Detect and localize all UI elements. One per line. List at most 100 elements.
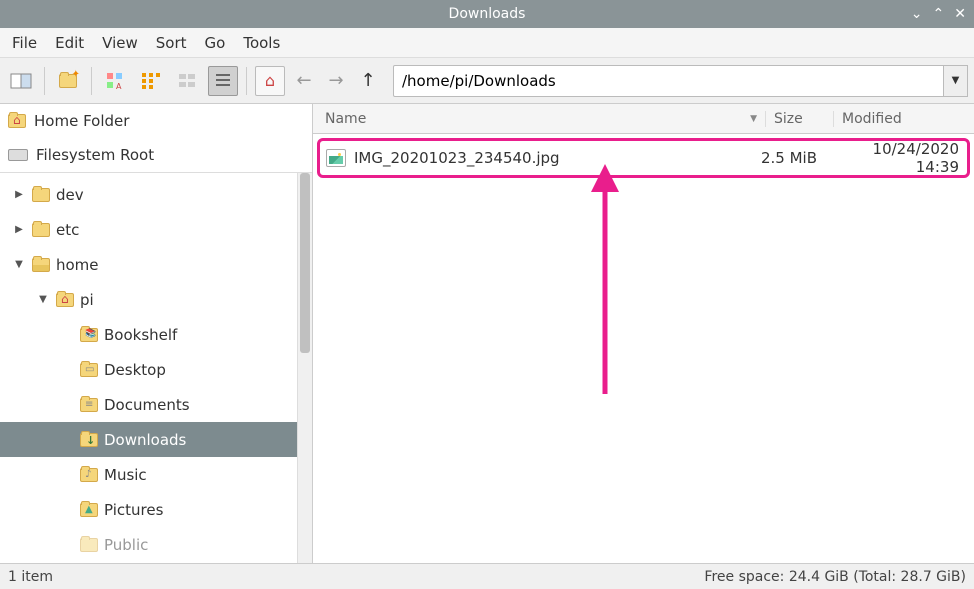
toolbar: ✦ A ⌂ ← → ↑ ▼ — [0, 58, 974, 104]
tree-item-etc[interactable]: ▶ etc — [0, 212, 297, 247]
view-list-icon — [213, 71, 233, 91]
place-label: Home Folder — [34, 112, 129, 130]
path-history-button[interactable]: ▼ — [944, 65, 968, 97]
tree-label: Downloads — [104, 431, 186, 449]
tree-label: Music — [104, 466, 147, 484]
tree-item-dev[interactable]: ▶ dev — [0, 177, 297, 212]
chevron-down-icon: ▼ — [952, 75, 960, 86]
places-panel: Home Folder Filesystem Root — [0, 104, 312, 173]
expander-icon[interactable]: ▶ — [12, 224, 26, 235]
sort-indicator-icon: ▼ — [750, 114, 757, 124]
new-folder-button[interactable]: ✦ — [53, 66, 83, 96]
view-compact-icon — [141, 71, 161, 91]
tree-item-pictures[interactable]: Pictures — [0, 492, 297, 527]
place-home-folder[interactable]: Home Folder — [0, 104, 312, 138]
tree-item-desktop[interactable]: Desktop — [0, 352, 297, 387]
minimize-icon[interactable]: ⌄ — [911, 6, 923, 22]
folder-music-icon — [80, 468, 98, 482]
tree-label: Public — [104, 536, 148, 554]
svg-text:A: A — [116, 82, 122, 91]
window-titlebar: Downloads ⌄ ⌃ ✕ — [0, 0, 974, 28]
status-item-count: 1 item — [8, 569, 53, 585]
menubar: File Edit View Sort Go Tools — [0, 28, 974, 58]
view-compact-button[interactable] — [136, 66, 166, 96]
nav-up-button[interactable]: ↑ — [355, 70, 381, 91]
maximize-icon[interactable]: ⌃ — [933, 6, 945, 22]
tree-item-pi[interactable]: ▼ pi — [0, 282, 297, 317]
new-tab-button[interactable] — [6, 66, 36, 96]
close-icon[interactable]: ✕ — [954, 6, 966, 22]
nav-back-button[interactable]: ← — [291, 70, 317, 91]
path-bar: ▼ — [393, 65, 968, 97]
tree-item-bookshelf[interactable]: Bookshelf — [0, 317, 297, 352]
drive-icon — [8, 149, 28, 161]
tree-label: pi — [80, 291, 94, 309]
column-size[interactable]: Size — [766, 111, 834, 127]
column-headers: Name ▼ Size Modified — [313, 104, 974, 134]
status-bar: 1 item Free space: 24.4 GiB (Total: 28.7… — [0, 563, 974, 589]
expander-icon[interactable]: ▼ — [12, 259, 26, 270]
tree-label: dev — [56, 186, 84, 204]
expander-icon[interactable]: ▼ — [36, 294, 50, 305]
new-folder-icon: ✦ — [59, 74, 77, 88]
folder-home-icon — [8, 114, 26, 128]
window-title: Downloads — [449, 6, 526, 22]
tree-item-music[interactable]: Music — [0, 457, 297, 492]
directory-tree: ▶ dev ▶ etc ▼ home ▼ pi — [0, 173, 297, 563]
path-input[interactable] — [393, 65, 944, 97]
menu-edit[interactable]: Edit — [47, 30, 92, 56]
view-icons-icon: A — [105, 71, 125, 91]
expander-icon[interactable]: ▶ — [12, 189, 26, 200]
column-label: Name — [325, 111, 366, 127]
folder-icon — [80, 538, 98, 552]
image-file-icon — [326, 149, 346, 167]
menu-sort[interactable]: Sort — [148, 30, 195, 56]
view-thumbnail-icon — [177, 71, 197, 91]
place-label: Filesystem Root — [36, 146, 154, 164]
tree-item-home[interactable]: ▼ home — [0, 247, 297, 282]
file-name: IMG_20201023_234540.jpg — [354, 149, 560, 167]
folder-documents-icon — [80, 398, 98, 412]
new-tab-icon — [10, 71, 32, 91]
view-list-button[interactable] — [208, 66, 238, 96]
folder-bookshelf-icon — [80, 328, 98, 342]
folder-desktop-icon — [80, 363, 98, 377]
annotation-highlight: IMG_20201023_234540.jpg 2.5 MiB 10/24/20… — [317, 138, 970, 178]
folder-downloads-icon — [80, 433, 98, 447]
tree-scrollbar[interactable] — [297, 173, 312, 563]
menu-view[interactable]: View — [94, 30, 146, 56]
tree-item-documents[interactable]: Documents — [0, 387, 297, 422]
nav-forward-button[interactable]: → — [323, 70, 349, 91]
tree-label: Bookshelf — [104, 326, 177, 344]
place-filesystem-root[interactable]: Filesystem Root — [0, 138, 312, 172]
file-list[interactable]: IMG_20201023_234540.jpg 2.5 MiB 10/24/20… — [313, 134, 974, 563]
file-row[interactable]: IMG_20201023_234540.jpg 2.5 MiB 10/24/20… — [322, 143, 965, 173]
column-label: Modified — [842, 111, 902, 127]
tree-label: Documents — [104, 396, 190, 414]
tree-label: etc — [56, 221, 79, 239]
folder-home-icon — [56, 293, 74, 307]
tree-item-public[interactable]: Public — [0, 527, 297, 562]
folder-icon — [32, 223, 50, 237]
menu-go[interactable]: Go — [197, 30, 234, 56]
sidebar: Home Folder Filesystem Root ▶ dev ▶ etc — [0, 104, 313, 563]
menu-tools[interactable]: Tools — [235, 30, 288, 56]
tree-item-downloads[interactable]: Downloads — [0, 422, 297, 457]
tree-label: Desktop — [104, 361, 166, 379]
folder-pictures-icon — [80, 503, 98, 517]
column-name[interactable]: Name ▼ — [313, 111, 766, 127]
scrollbar-thumb[interactable] — [300, 173, 310, 353]
column-modified[interactable]: Modified — [834, 111, 974, 127]
tree-label: Pictures — [104, 501, 163, 519]
menu-file[interactable]: File — [4, 30, 45, 56]
view-icons-button[interactable]: A — [100, 66, 130, 96]
view-thumbnail-button[interactable] — [172, 66, 202, 96]
column-label: Size — [774, 111, 803, 127]
file-size: 2.5 MiB — [757, 149, 825, 167]
status-free-space: Free space: 24.4 GiB (Total: 28.7 GiB) — [704, 569, 966, 585]
folder-open-icon — [32, 258, 50, 272]
tree-label: home — [56, 256, 99, 274]
file-modified: 10/24/2020 14:39 — [825, 140, 965, 176]
annotation-arrow-icon — [575, 164, 635, 404]
home-button[interactable]: ⌂ — [255, 66, 285, 96]
